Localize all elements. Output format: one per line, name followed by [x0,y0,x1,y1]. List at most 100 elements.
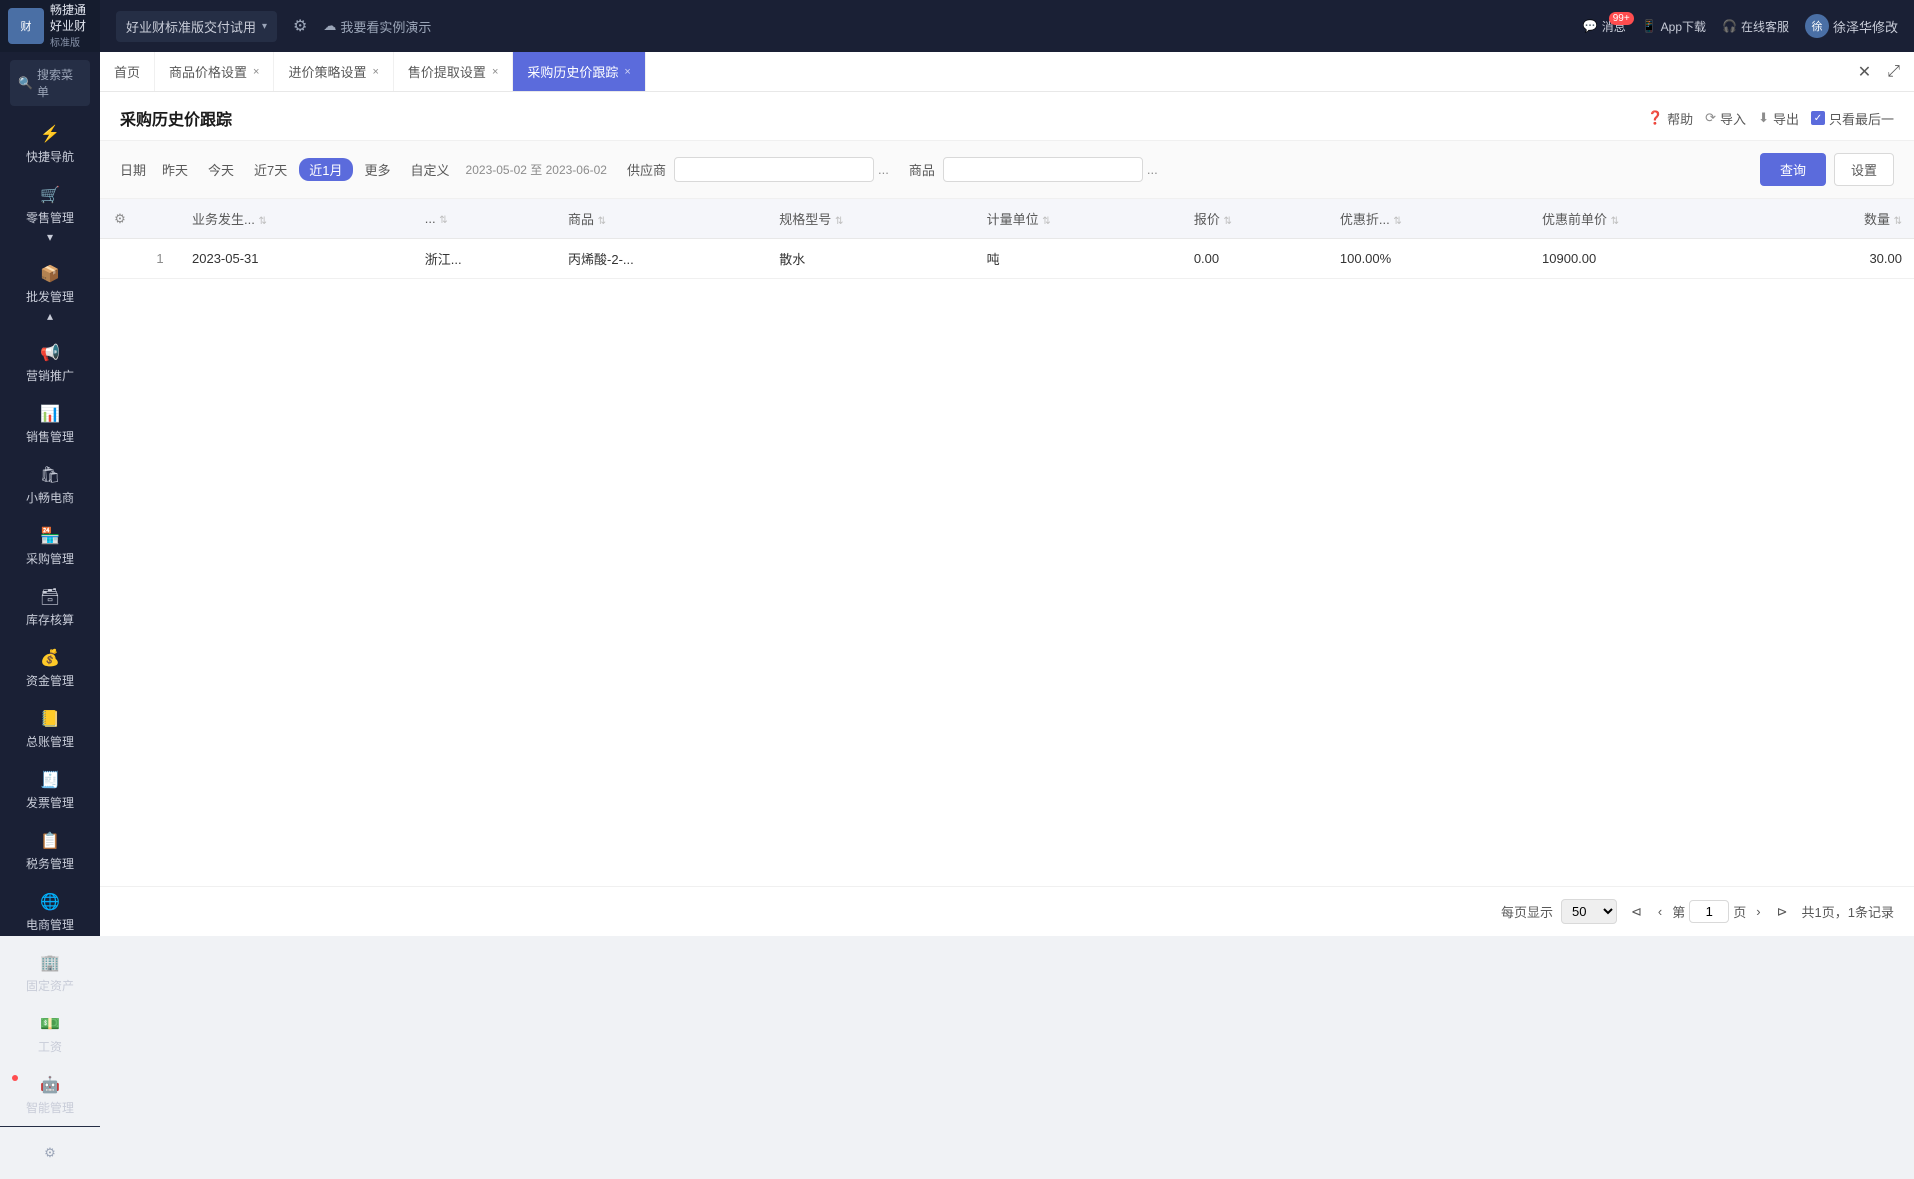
help-icon: ❓ [1647,110,1663,126]
page-prev-button[interactable]: ‹ [1652,901,1668,922]
app-icon: 📱 [1642,19,1657,33]
date-range-display: 2023-05-02 至 2023-06-02 [466,161,607,178]
product-label: 商品 [909,160,935,179]
tab-history-price-close[interactable]: × [624,66,630,78]
sidebar-item-sales[interactable]: 📊 销售管理 [0,394,100,455]
col-spec-label: 规格型号 [779,212,831,227]
tabbar: 首页 商品价格设置 × 进价策略设置 × 售价提取设置 × 采购历史价跟踪 × … [100,52,1914,92]
supplier-more[interactable]: ... [878,162,889,177]
date-custom[interactable]: 自定义 [403,158,458,181]
col-header-unit[interactable]: 计量单位 ⇅ [975,199,1182,239]
app-logo: 财 畅捷通好业财 标准版 [0,0,100,52]
retail-icon: 🛒 [40,185,60,205]
col-header-more[interactable]: ... ⇅ [413,199,556,239]
page-first-button[interactable]: ⊲ [1625,901,1648,923]
row-price: 0.00 [1182,239,1328,279]
tab-purchase-strategy-close[interactable]: × [372,66,378,78]
marketing-icon: 📢 [40,343,60,363]
table-gear-icon[interactable]: ⚙ [114,211,126,226]
per-page-select[interactable]: 50 20 100 [1561,899,1617,924]
setting-button[interactable]: 设置 [1834,153,1894,186]
invoice-icon: 🧾 [40,770,60,790]
topbar-right: 💬 消息 99+ 📱 App下载 🎧 在线客服 徐 徐泽华修改 [1583,14,1898,38]
col-header-price[interactable]: 报价 ⇅ [1182,199,1328,239]
col-header-date[interactable]: 业务发生... ⇅ [180,199,413,239]
import-button[interactable]: ⟳ 导入 [1705,109,1746,128]
user-menu[interactable]: 徐 徐泽华修改 [1805,14,1898,38]
demo-link[interactable]: ☁ 我要看实例演示 [323,17,431,36]
message-button[interactable]: 💬 消息 99+ [1583,18,1626,35]
col-date-label: 业务发生... [192,212,255,227]
sidebar-item-purchase[interactable]: 🏪 采购管理 [0,516,100,577]
tab-history-price[interactable]: 采购历史价跟踪 × [513,52,645,91]
export-button[interactable]: ⬇ 导出 [1758,109,1799,128]
col-header-product[interactable]: 商品 ⇅ [556,199,767,239]
page-current-label: 第 [1672,902,1685,921]
help-button[interactable]: ❓ 帮助 [1647,109,1693,128]
sidebar-gear-button[interactable]: ⚙ [0,1137,100,1169]
sidebar-item-smart[interactable]: 🤖 智能管理 [0,1065,100,1126]
finance-icon: 💰 [40,648,60,668]
tab-sale-price-close[interactable]: × [492,66,498,78]
salary-icon: 💵 [40,1014,60,1034]
tab-close-button[interactable]: ✕ [1852,58,1877,86]
sidebar-item-wholesale[interactable]: 📦 批发管理 ▴ [0,254,100,333]
sidebar-item-tax[interactable]: 📋 税务管理 [0,821,100,882]
page-next-button[interactable]: › [1750,901,1766,922]
sidebar-item-fixed-assets[interactable]: 🏢 固定资产 [0,943,100,1004]
service-icon: 🎧 [1722,19,1737,33]
sidebar-item-invoice[interactable]: 🧾 发票管理 [0,760,100,821]
col-header-quantity[interactable]: 数量 ⇅ [1768,199,1914,239]
page-last-button[interactable]: ⊳ [1771,901,1794,923]
sidebar-item-quick-nav[interactable]: ⚡ 快捷导航 [0,114,100,175]
search-menu-button[interactable]: 🔍 搜索菜单 [10,60,90,106]
only-last-checkbox[interactable]: ✓ 只看最后一 [1811,109,1894,128]
tab-price[interactable]: 商品价格设置 × [155,52,274,91]
sidebar-item-marketing[interactable]: 📢 营销推广 [0,333,100,394]
topbar-gear-icon[interactable]: ⚙ [293,16,307,36]
app-download-button[interactable]: 📱 App下载 [1642,18,1706,35]
col-header-discount[interactable]: 优惠折... ⇅ [1328,199,1530,239]
page-area: 采购历史价跟踪 ❓ 帮助 ⟳ 导入 ⬇ 导出 ✓ 只看最后一 [100,92,1914,936]
tab-purchase-strategy[interactable]: 进价策略设置 × [274,52,393,91]
sort-quantity-icon: ⇅ [1894,216,1902,227]
supplier-filter: 供应商 ... [627,157,889,182]
sidebar-item-inventory[interactable]: 🗃 库存核算 [0,577,100,638]
sidebar-item-ecommerce-small[interactable]: 🛍 小畅电商 [0,455,100,516]
tab-actions: ✕ ⤢ [1844,58,1914,86]
date-today[interactable]: 今天 [200,158,242,181]
sort-unit-icon: ⇅ [1042,216,1050,227]
online-service-button[interactable]: 🎧 在线客服 [1722,18,1789,35]
product-input[interactable] [943,157,1143,182]
col-more-label: ... [425,211,436,226]
sidebar-item-salary[interactable]: 💵 工资 [0,1004,100,1065]
sidebar-item-accounting[interactable]: 📒 总账管理 [0,699,100,760]
date-1month[interactable]: 近1月 [299,158,352,181]
tab-expand-button[interactable]: ⤢ [1881,59,1906,85]
version-selector[interactable]: 好业财标准版交付试用 ▾ [116,11,277,42]
col-discount-label: 优惠折... [1340,212,1390,227]
fixed-assets-icon: 🏢 [40,953,60,973]
search-icon: 🔍 [18,76,33,90]
date-more[interactable]: 更多 [357,158,399,181]
tab-sale-price[interactable]: 售价提取设置 × [394,52,513,91]
sidebar-item-ecommerce[interactable]: 🌐 电商管理 [0,882,100,943]
tab-home[interactable]: 首页 [100,52,155,91]
product-more[interactable]: ... [1147,162,1158,177]
date-filter: 日期 昨天 今天 近7天 近1月 更多 自定义 2023-05-02 至 202… [120,158,607,181]
page-input[interactable] [1689,900,1729,923]
tab-sale-price-label: 售价提取设置 [408,62,486,81]
query-button[interactable]: 查询 [1760,153,1826,186]
supplier-input[interactable] [674,157,874,182]
product-filter: 商品 ... [909,157,1158,182]
sidebar-item-finance[interactable]: 💰 资金管理 [0,638,100,699]
col-header-spec[interactable]: 规格型号 ⇅ [767,199,974,239]
col-header-pre-price[interactable]: 优惠前单价 ⇅ [1530,199,1768,239]
date-yesterday[interactable]: 昨天 [154,158,196,181]
filter-row: 日期 昨天 今天 近7天 近1月 更多 自定义 2023-05-02 至 202… [120,153,1894,186]
tab-price-close[interactable]: × [253,66,259,78]
date-7days[interactable]: 近7天 [246,158,295,181]
page-nav: ⊲ ‹ 第 页 › ⊳ [1625,900,1794,923]
sidebar-item-retail[interactable]: 🛒 零售管理 ▾ [0,175,100,254]
pagination: 每页显示 50 20 100 ⊲ ‹ 第 页 › ⊳ 共1页，1条记录 [100,886,1914,936]
